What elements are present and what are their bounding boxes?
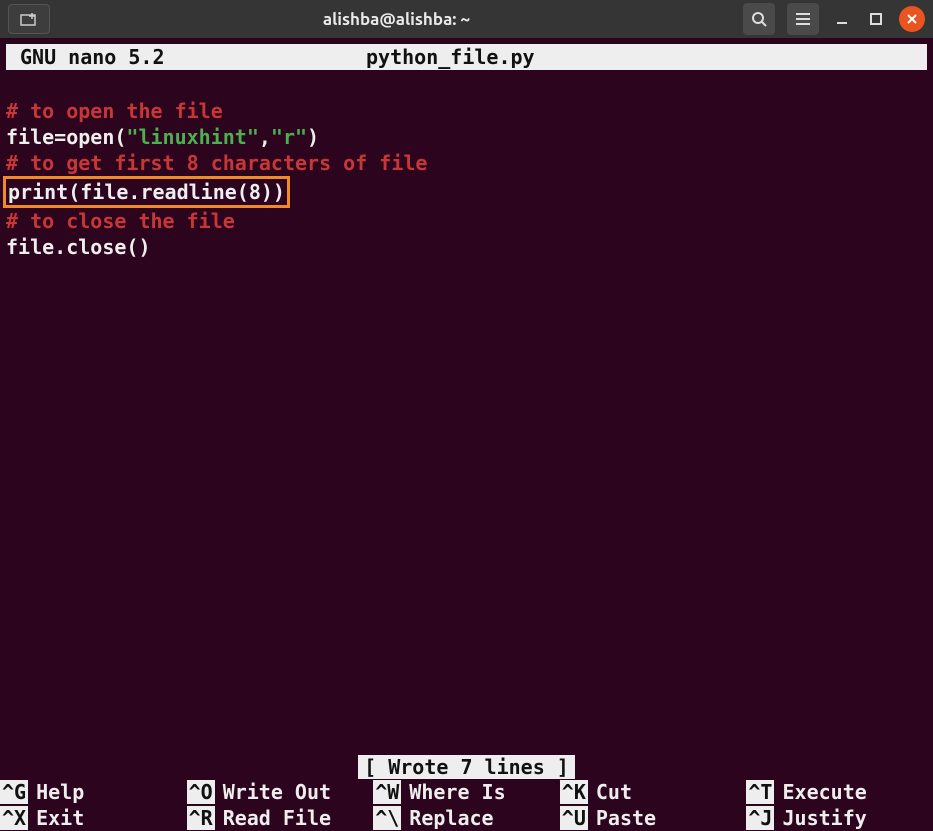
code-line: # to open the file	[6, 99, 223, 123]
search-button[interactable]	[743, 3, 775, 35]
shortcut-write-out: ^OWrite Out	[187, 779, 374, 805]
status-badge: [ Wrote 7 lines ]	[358, 755, 575, 779]
hamburger-icon	[795, 12, 811, 26]
code-line: # to get first 8 characters of file	[6, 151, 427, 175]
shortcut-cut: ^KCut	[560, 779, 747, 805]
new-tab-button[interactable]	[8, 4, 50, 34]
shortcut-where-is: ^WWhere Is	[373, 779, 560, 805]
nano-filename: python_file.py	[366, 44, 535, 70]
window-titlebar: alishba@alishba: ~	[0, 0, 933, 38]
shortcut-paste: ^UPaste	[560, 805, 747, 831]
nano-status-line: [ Wrote 7 lines ]	[0, 755, 933, 779]
shortcut-replace: ^\Replace	[373, 805, 560, 831]
menu-button[interactable]	[787, 3, 819, 35]
shortcut-justify: ^JJustify	[746, 805, 933, 831]
minimize-button[interactable]	[831, 8, 853, 30]
nano-app-version: GNU nano 5.2	[6, 44, 366, 70]
maximize-button[interactable]	[865, 8, 887, 30]
shortcut-execute: ^TExecute	[746, 779, 933, 805]
nano-header-bar: GNU nano 5.2 python_file.py	[6, 44, 927, 70]
shortcut-exit: ^XExit	[0, 805, 187, 831]
window-title: alishba@alishba: ~	[58, 10, 735, 29]
nano-shortcut-bar: ^GHelp ^OWrite Out ^WWhere Is ^KCut ^TEx…	[0, 779, 933, 831]
shortcut-help: ^GHelp	[0, 779, 187, 805]
new-tab-icon	[20, 12, 38, 26]
maximize-icon	[870, 13, 882, 25]
close-icon	[906, 13, 918, 25]
code-editor[interactable]: # to open the file file=open("linuxhint"…	[6, 72, 927, 260]
close-button[interactable]	[899, 6, 925, 32]
code-line: file=open("linuxhint","r")	[6, 125, 319, 149]
highlighted-line: print(file.readline(8))	[3, 176, 290, 208]
minimize-icon	[836, 13, 848, 25]
shortcut-read-file: ^RRead File	[187, 805, 374, 831]
search-icon	[751, 11, 767, 27]
code-line: # to close the file	[6, 209, 235, 233]
terminal-area[interactable]: GNU nano 5.2 python_file.py # to open th…	[0, 38, 933, 831]
code-line: file.close()	[6, 235, 151, 259]
